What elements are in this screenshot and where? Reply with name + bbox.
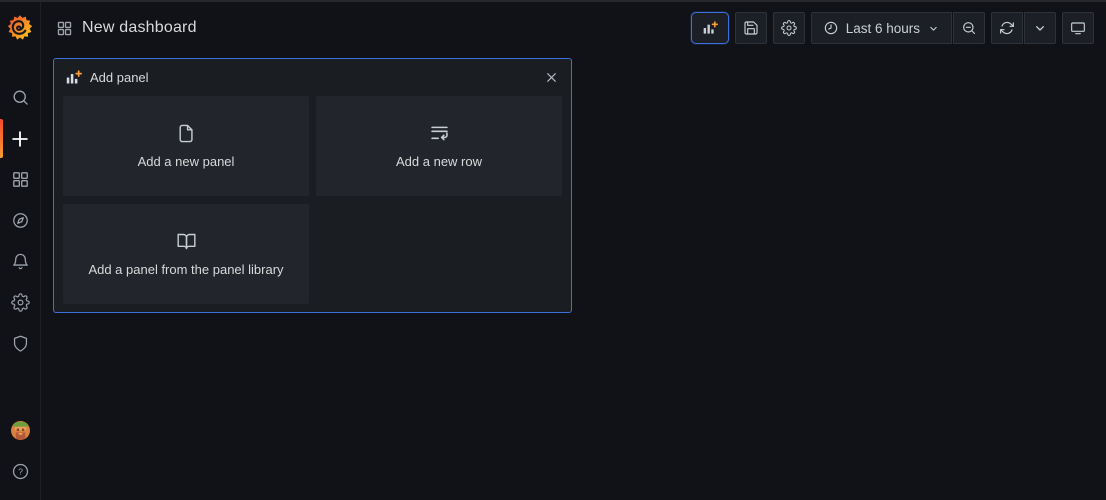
breadcrumb: New dashboard (56, 19, 197, 37)
refresh-icon (999, 20, 1015, 36)
grafana-logo[interactable] (0, 0, 40, 56)
new-panel-file-icon (176, 123, 197, 144)
plus-create-icon (9, 128, 31, 150)
add-panel-button[interactable] (690, 12, 729, 44)
tv-monitor-icon (1070, 20, 1086, 36)
apps-grid-icon (56, 20, 73, 37)
add-new-row-card[interactable]: Add a new row (316, 96, 562, 196)
zoom-out-time-button[interactable] (953, 12, 985, 44)
sidebar: ? (0, 0, 41, 500)
sidebar-item-search[interactable] (0, 77, 40, 118)
cycle-view-mode-button[interactable] (1062, 12, 1094, 44)
refresh-dashboard-button[interactable] (991, 12, 1023, 44)
dashboard-settings-button[interactable] (772, 12, 805, 44)
sidebar-item-alerting[interactable] (0, 241, 40, 282)
sidebar-item-help[interactable]: ? (0, 451, 40, 492)
dashboard-topbar: New dashboard Last 6 hours (41, 0, 1106, 56)
sidebar-item-explore[interactable] (0, 200, 40, 241)
time-range-label: Last 6 hours (845, 20, 920, 36)
clock-icon (823, 20, 839, 36)
chevron-down-icon (1032, 20, 1048, 36)
dashboard-toolbar: Last 6 hours (690, 12, 1094, 44)
bar-chart-plus-icon (65, 69, 82, 86)
bar-chart-plus-icon (702, 20, 718, 36)
add-panel-widget-title: Add panel (90, 69, 149, 85)
configuration-gear-icon (10, 293, 30, 312)
search-icon (11, 88, 30, 107)
refresh-controls-group (991, 12, 1056, 44)
add-panel-options: Add a new panel Add a new row Add a pane… (54, 95, 571, 304)
sidebar-item-configuration[interactable] (0, 282, 40, 323)
sidebar-item-dashboards[interactable] (0, 159, 40, 200)
add-new-panel-card[interactable]: Add a new panel (63, 96, 309, 196)
save-icon (743, 20, 759, 36)
user-avatar (10, 421, 30, 440)
zoom-out-icon (961, 20, 977, 36)
close-icon (545, 71, 558, 84)
option-label: Add a panel from the panel library (88, 262, 284, 277)
dashboards-grid-icon (11, 170, 30, 189)
sidebar-item-server-admin[interactable] (0, 323, 40, 364)
sidebar-bottom: ? (0, 410, 40, 500)
help-glyph: ? (18, 467, 23, 477)
close-add-panel-button[interactable] (543, 69, 560, 86)
add-row-icon (429, 123, 450, 144)
sidebar-nav (0, 77, 40, 364)
add-panel-widget: Add panel Add a new panel Add a new row … (53, 58, 572, 313)
gear-icon (780, 20, 797, 36)
add-panel-from-library-card[interactable]: Add a panel from the panel library (63, 204, 309, 304)
time-range-picker[interactable]: Last 6 hours (810, 12, 952, 44)
alerting-bell-icon (11, 252, 30, 271)
explore-compass-icon (11, 211, 30, 230)
panel-library-book-icon (176, 231, 197, 252)
page-title: New dashboard (82, 19, 197, 36)
option-label: Add a new row (396, 154, 482, 169)
refresh-interval-dropdown[interactable] (1024, 12, 1056, 44)
time-controls-group: Last 6 hours (810, 12, 985, 44)
chevron-down-icon (927, 22, 940, 35)
sidebar-item-create[interactable] (0, 118, 40, 159)
sidebar-item-profile[interactable] (0, 410, 40, 451)
add-panel-widget-header: Add panel (54, 59, 571, 95)
help-icon: ? (11, 462, 30, 481)
option-label: Add a new panel (137, 154, 235, 169)
save-dashboard-button[interactable] (734, 12, 767, 44)
window-top-highlight (0, 0, 1106, 2)
server-admin-shield-icon (11, 334, 30, 353)
